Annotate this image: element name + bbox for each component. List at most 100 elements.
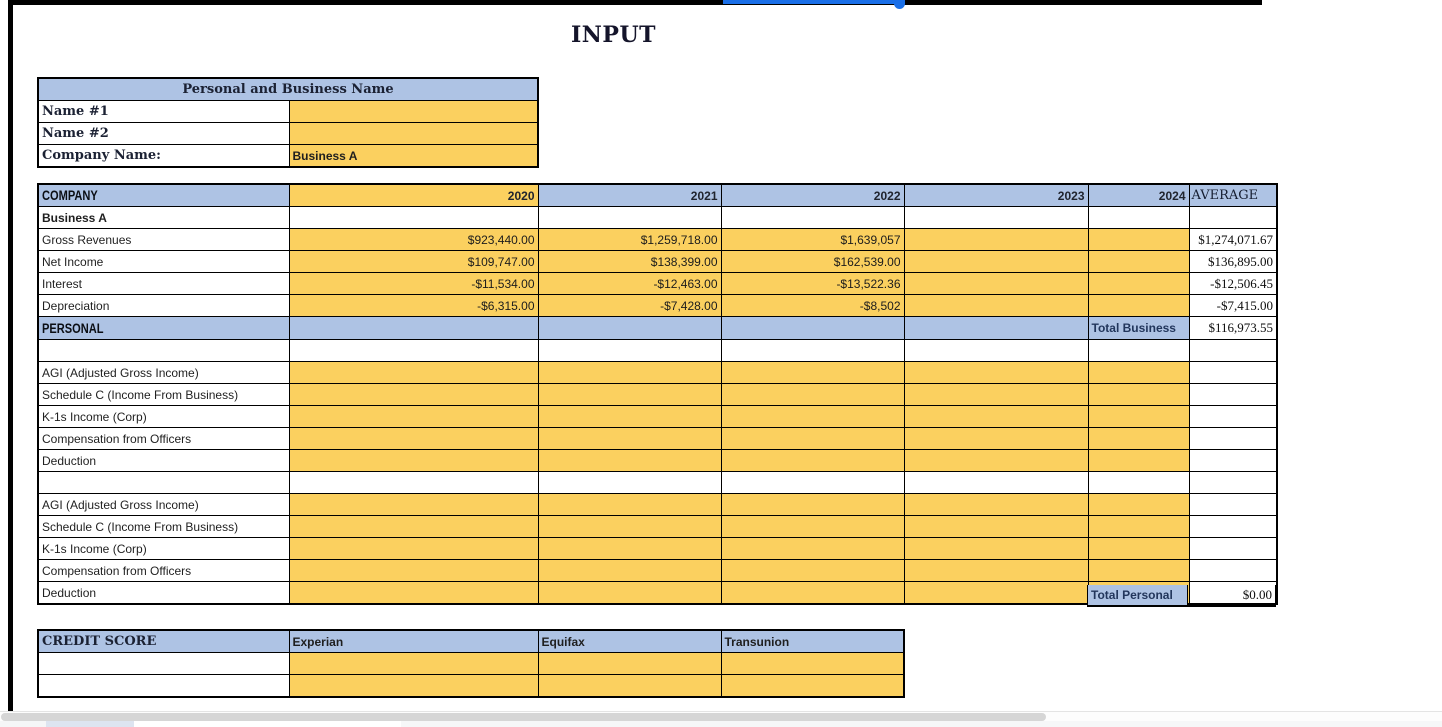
value-input-cell[interactable] bbox=[288, 383, 539, 406]
empty-cell[interactable] bbox=[903, 339, 1089, 362]
empty-cell[interactable] bbox=[1087, 339, 1190, 362]
value-input-cell[interactable] bbox=[903, 250, 1089, 273]
value-input-cell[interactable] bbox=[537, 427, 722, 450]
value-input-cell[interactable] bbox=[1087, 361, 1190, 384]
value-input-cell[interactable] bbox=[720, 493, 905, 516]
value-input-cell[interactable] bbox=[903, 559, 1089, 582]
value-input-cell[interactable]: -$13,522.36 bbox=[720, 272, 905, 295]
value-input-cell[interactable] bbox=[537, 449, 722, 472]
empty-cell[interactable] bbox=[903, 471, 1089, 494]
empty-cell[interactable] bbox=[1087, 471, 1190, 494]
value-input-cell[interactable]: $1,639,057 bbox=[720, 228, 905, 251]
empty-cell[interactable] bbox=[288, 206, 539, 229]
value-input-cell[interactable] bbox=[1087, 294, 1190, 317]
value-input-cell[interactable] bbox=[537, 493, 722, 516]
value-input-cell[interactable] bbox=[288, 405, 539, 428]
value-input-cell[interactable]: $109,747.00 bbox=[288, 250, 539, 273]
value-input-cell[interactable]: -$7,428.00 bbox=[537, 294, 722, 317]
value-input-cell[interactable] bbox=[720, 383, 905, 406]
value-input-cell[interactable] bbox=[720, 537, 905, 560]
value-input-cell[interactable] bbox=[537, 361, 722, 384]
active-sheet-tab-edge[interactable] bbox=[46, 721, 134, 727]
value-input-cell[interactable]: -$6,315.00 bbox=[288, 294, 539, 317]
empty-cell[interactable] bbox=[288, 339, 539, 362]
empty-cell[interactable] bbox=[537, 471, 722, 494]
value-input-cell[interactable] bbox=[1087, 228, 1190, 251]
value-input-cell[interactable] bbox=[288, 493, 539, 516]
transunion-score-cell[interactable] bbox=[720, 652, 905, 675]
value-input-cell[interactable] bbox=[903, 294, 1089, 317]
value-input-cell[interactable] bbox=[1087, 272, 1190, 295]
equifax-score-cell[interactable] bbox=[537, 674, 722, 698]
empty-cell[interactable] bbox=[720, 339, 905, 362]
value-input-cell[interactable] bbox=[720, 449, 905, 472]
name1-input-cell[interactable] bbox=[288, 100, 539, 123]
value-input-cell[interactable] bbox=[537, 559, 722, 582]
value-input-cell[interactable] bbox=[720, 427, 905, 450]
empty-cell[interactable] bbox=[37, 471, 290, 494]
value-input-cell[interactable] bbox=[537, 405, 722, 428]
value-input-cell[interactable] bbox=[537, 383, 722, 406]
value-input-cell[interactable]: $162,539.00 bbox=[720, 250, 905, 273]
experian-score-cell[interactable] bbox=[288, 674, 539, 698]
value-input-cell[interactable] bbox=[720, 515, 905, 538]
value-input-cell[interactable] bbox=[903, 383, 1089, 406]
value-input-cell[interactable] bbox=[1087, 559, 1190, 582]
value-input-cell[interactable] bbox=[903, 537, 1089, 560]
value-input-cell[interactable]: $138,399.00 bbox=[537, 250, 722, 273]
value-input-cell[interactable] bbox=[288, 515, 539, 538]
transunion-score-cell[interactable] bbox=[720, 674, 905, 698]
value-input-cell[interactable] bbox=[720, 581, 905, 605]
value-input-cell[interactable]: $923,440.00 bbox=[288, 228, 539, 251]
value-input-cell[interactable] bbox=[720, 405, 905, 428]
value-input-cell[interactable] bbox=[288, 449, 539, 472]
value-input-cell[interactable] bbox=[1087, 427, 1190, 450]
credit-row-label-cell[interactable] bbox=[37, 674, 290, 698]
value-input-cell[interactable] bbox=[1087, 493, 1190, 516]
company-name-input-cell[interactable]: Business A bbox=[288, 144, 539, 168]
value-input-cell[interactable] bbox=[903, 228, 1089, 251]
value-input-cell[interactable] bbox=[903, 493, 1089, 516]
experian-score-cell[interactable] bbox=[288, 652, 539, 675]
value-input-cell[interactable] bbox=[288, 537, 539, 560]
empty-cell[interactable] bbox=[288, 471, 539, 494]
value-input-cell[interactable] bbox=[903, 515, 1089, 538]
value-input-cell[interactable] bbox=[1087, 250, 1190, 273]
value-input-cell[interactable] bbox=[903, 581, 1089, 605]
value-input-cell[interactable] bbox=[288, 559, 539, 582]
name2-input-cell[interactable] bbox=[288, 122, 539, 145]
empty-cell[interactable] bbox=[37, 339, 290, 362]
empty-cell[interactable] bbox=[720, 206, 905, 229]
value-input-cell[interactable] bbox=[1087, 405, 1190, 428]
value-input-cell[interactable] bbox=[537, 537, 722, 560]
value-input-cell[interactable] bbox=[537, 515, 722, 538]
value-input-cell[interactable]: -$12,463.00 bbox=[537, 272, 722, 295]
value-input-cell[interactable] bbox=[903, 272, 1089, 295]
empty-cell[interactable] bbox=[537, 206, 722, 229]
empty-cell[interactable] bbox=[1087, 206, 1190, 229]
value-input-cell[interactable] bbox=[288, 427, 539, 450]
value-input-cell[interactable] bbox=[903, 405, 1089, 428]
year-header-2020[interactable]: 2020 bbox=[288, 183, 539, 207]
empty-cell[interactable] bbox=[537, 339, 722, 362]
value-input-cell[interactable] bbox=[903, 449, 1089, 472]
horizontal-scrollbar-thumb[interactable] bbox=[1, 713, 1046, 721]
value-input-cell[interactable] bbox=[903, 427, 1089, 450]
empty-cell[interactable] bbox=[720, 471, 905, 494]
value-input-cell[interactable] bbox=[1087, 515, 1190, 538]
value-input-cell[interactable] bbox=[288, 581, 539, 605]
equifax-score-cell[interactable] bbox=[537, 652, 722, 675]
value-input-cell[interactable]: $1,259,718.00 bbox=[537, 228, 722, 251]
value-input-cell[interactable] bbox=[903, 361, 1089, 384]
value-input-cell[interactable] bbox=[1087, 537, 1190, 560]
value-input-cell[interactable] bbox=[1087, 383, 1190, 406]
empty-cell[interactable] bbox=[903, 206, 1089, 229]
value-input-cell[interactable]: -$8,502 bbox=[720, 294, 905, 317]
value-input-cell[interactable] bbox=[537, 581, 722, 605]
value-input-cell[interactable] bbox=[720, 361, 905, 384]
value-input-cell[interactable]: -$11,534.00 bbox=[288, 272, 539, 295]
value-input-cell[interactable] bbox=[1087, 449, 1190, 472]
value-input-cell[interactable] bbox=[720, 559, 905, 582]
value-input-cell[interactable] bbox=[288, 361, 539, 384]
credit-row-label-cell[interactable] bbox=[37, 652, 290, 675]
